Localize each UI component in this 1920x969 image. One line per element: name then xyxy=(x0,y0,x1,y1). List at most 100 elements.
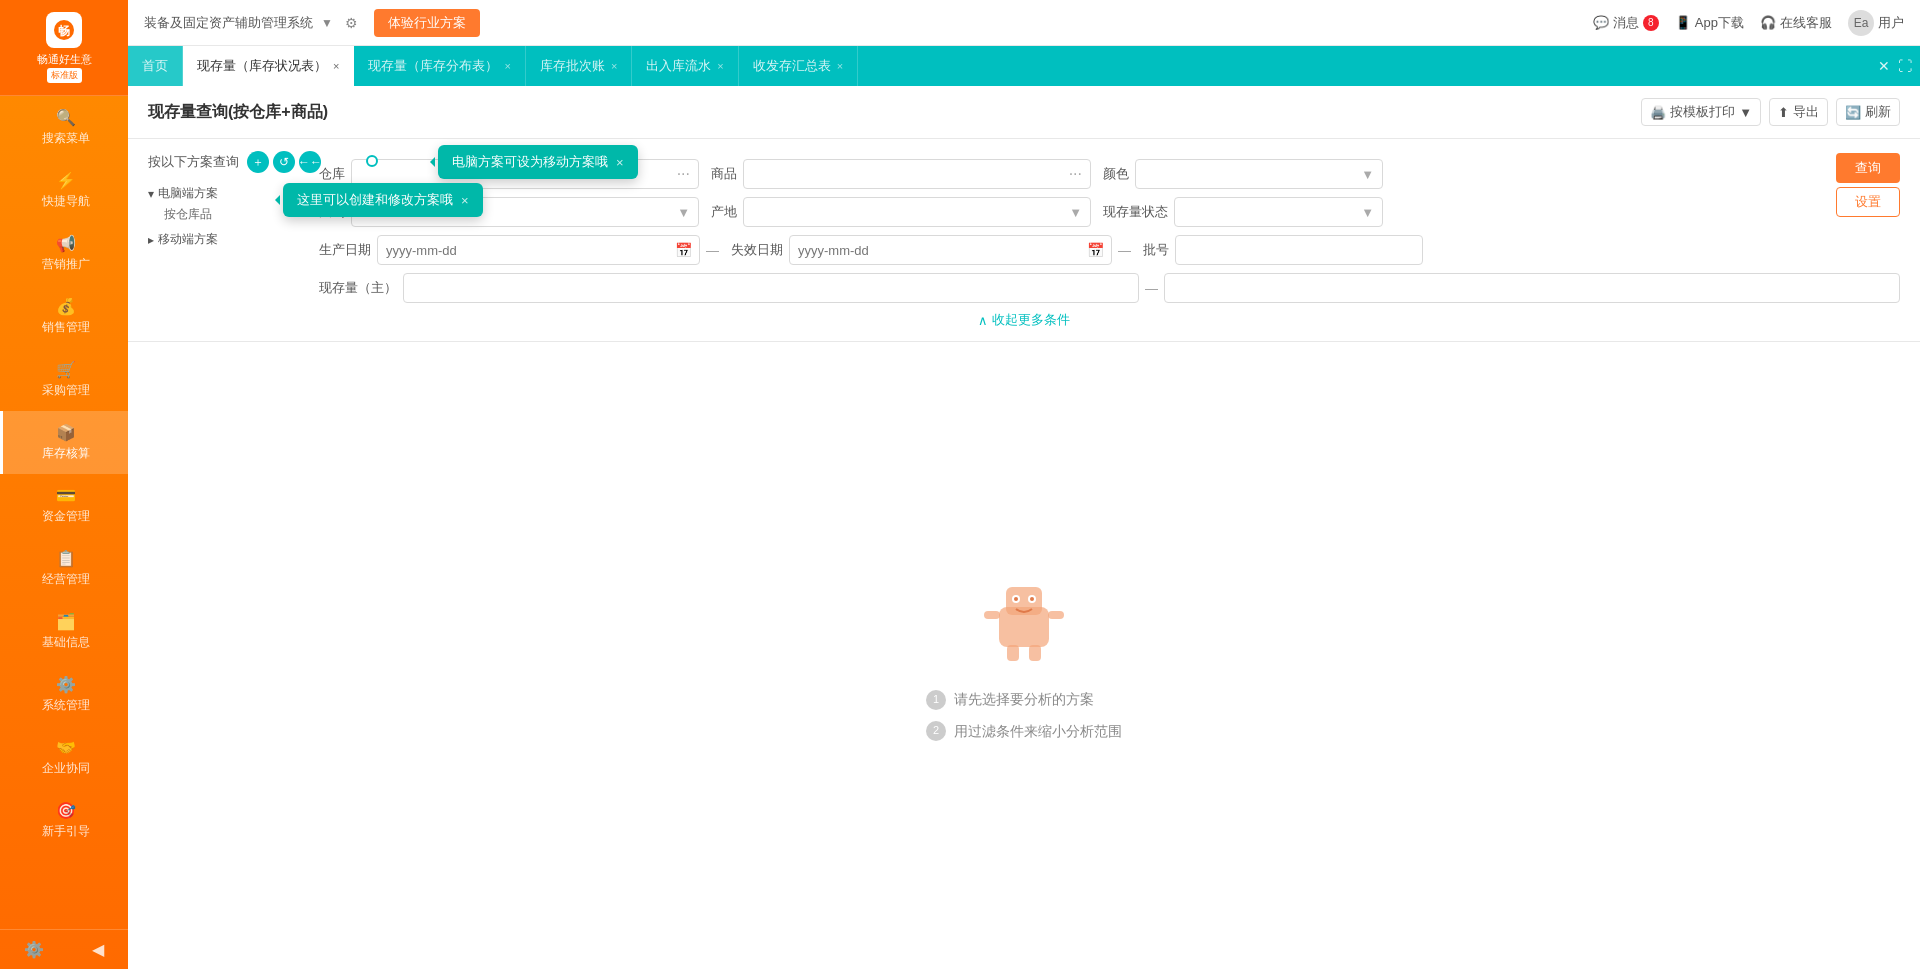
stock-qty-label: 现存量（主） xyxy=(319,279,397,297)
origin-label: 产地 xyxy=(711,203,737,221)
filter-label: 按以下方案查询 xyxy=(148,153,239,171)
close-all-tabs-btn[interactable]: ✕ xyxy=(1878,58,1890,74)
set-btn[interactable]: 设置 xyxy=(1836,187,1900,217)
tab-inventory-status-close[interactable]: × xyxy=(333,60,339,72)
create-scheme-popover: 这里可以创建和修改方案哦 × xyxy=(283,183,483,217)
app-action[interactable]: 📱 App下载 xyxy=(1675,14,1744,32)
tab-inventory-dist-close[interactable]: × xyxy=(504,60,510,72)
sidebar-item-quicknav[interactable]: ⚡ 快捷导航 xyxy=(0,159,128,222)
scheme-group-desktop-label: 电脑端方案 xyxy=(158,185,218,202)
qty-dash: — xyxy=(1145,281,1158,296)
collapse-label: 收起更多条件 xyxy=(992,311,1070,329)
warehouse-dots[interactable]: ··· xyxy=(677,165,690,183)
tab-summary[interactable]: 收发存汇总表 × xyxy=(739,46,858,86)
settings-icon[interactable]: ⚙ xyxy=(345,15,358,31)
tab-summary-close[interactable]: × xyxy=(837,60,843,72)
filter-row-3: 生产日期 📅 — 失效日期 📅 xyxy=(319,235,1900,265)
refresh-icon: 🔄 xyxy=(1845,105,1861,120)
scheme-group-mobile-arrow: ▸ xyxy=(148,233,154,247)
search-icon: 🔍 xyxy=(56,108,76,127)
refresh-btn[interactable]: 🔄 刷新 xyxy=(1836,98,1900,126)
sidebar-item-enterprise[interactable]: 🤝 企业协同 xyxy=(0,726,128,789)
tab-inventory-status[interactable]: 现存量（库存状况表） × xyxy=(183,46,354,86)
create-scheme-popover-text: 这里可以创建和修改方案哦 xyxy=(297,191,453,209)
sidebar-item-basic[interactable]: 🗂️ 基础信息 xyxy=(0,600,128,663)
system-icon: ⚙️ xyxy=(56,675,76,694)
tab-inout-close[interactable]: × xyxy=(717,60,723,72)
tab-batch[interactable]: 库存批次账 × xyxy=(526,46,632,86)
sidebar-item-label: 搜索菜单 xyxy=(42,130,90,147)
expiry-date-label: 失效日期 xyxy=(731,241,783,259)
marketing-icon: 📢 xyxy=(56,234,76,253)
tab-home-label: 首页 xyxy=(142,57,168,75)
sidebar-item-label: 销售管理 xyxy=(42,319,90,336)
batch-input[interactable] xyxy=(1175,235,1423,265)
support-label: 在线客服 xyxy=(1780,14,1832,32)
tab-batch-close[interactable]: × xyxy=(611,60,617,72)
sidebar-item-guide[interactable]: 🎯 新手引导 xyxy=(0,789,128,852)
avatar: Ea xyxy=(1848,10,1874,36)
goods-select[interactable]: ··· xyxy=(743,159,1091,189)
stock-qty-max[interactable] xyxy=(1164,273,1900,303)
sidebar-item-marketing[interactable]: 📢 营销推广 xyxy=(0,222,128,285)
filter-row-4: 现存量（主） — xyxy=(319,273,1900,303)
sidebar-item-inventory[interactable]: 📦 库存核算 xyxy=(0,411,128,474)
scheme-group-mobile-header[interactable]: ▸ 移动端方案 xyxy=(148,229,303,250)
tab-inout-label: 出入库流水 xyxy=(646,57,711,75)
field-stock-status: 现存量状态 ▼ xyxy=(1103,197,1383,227)
filter-row-2: 尺码 ▼ 产地 ▼ xyxy=(319,197,1900,227)
tab-home[interactable]: 首页 xyxy=(128,46,183,86)
date-dash-2: — xyxy=(1118,243,1131,258)
template-print-btn[interactable]: 🖨️ 按模板打印 ▼ xyxy=(1641,98,1761,126)
field-goods: 商品 ··· xyxy=(711,159,1091,189)
scheme-popover-close[interactable]: × xyxy=(616,155,624,170)
sidebar-item-sales[interactable]: 💰 销售管理 xyxy=(0,285,128,348)
page-header: 现存量查询(按仓库+商品) 🖨️ 按模板打印 ▼ ⬆ 导出 🔄 刷新 xyxy=(128,86,1920,139)
step-2-label: 用过滤条件来缩小分析范围 xyxy=(954,719,1122,744)
sidebar-item-label: 企业协同 xyxy=(42,760,90,777)
connector-dot xyxy=(366,155,378,167)
support-action[interactable]: 🎧 在线客服 xyxy=(1760,14,1832,32)
empty-icon xyxy=(974,567,1074,667)
scheme-popover-text: 电脑方案可设为移动方案哦 xyxy=(452,153,608,171)
system-dropdown[interactable]: ▼ xyxy=(321,16,333,30)
stock-status-select[interactable]: ▼ xyxy=(1174,197,1383,227)
calendar-icon-2[interactable]: 📅 xyxy=(1087,242,1104,258)
sidebar-item-label: 快捷导航 xyxy=(42,193,90,210)
scheme-item-desktop-1[interactable]: 按仓库品 xyxy=(148,204,303,225)
svg-point-7 xyxy=(1030,597,1034,601)
refresh-scheme-btn[interactable]: ↺ xyxy=(273,151,295,173)
calendar-icon-1[interactable]: 📅 xyxy=(675,242,692,258)
tab-inventory-dist[interactable]: 现存量（库存分布表） × xyxy=(354,46,525,86)
sidebar-settings-btn[interactable]: ⚙️ xyxy=(24,940,44,959)
stock-qty-min[interactable] xyxy=(403,273,1139,303)
svg-rect-3 xyxy=(1006,587,1042,615)
color-select[interactable]: ▼ xyxy=(1135,159,1383,189)
query-btn[interactable]: 查询 xyxy=(1836,153,1900,183)
add-scheme-btn[interactable]: ＋ xyxy=(247,151,269,173)
goods-dots[interactable]: ··· xyxy=(1069,165,1082,183)
sidebar-item-search[interactable]: 🔍 搜索菜单 xyxy=(0,96,128,159)
collapse-bar[interactable]: ∧ 收起更多条件 xyxy=(148,303,1900,333)
sidebar-collapse-btn[interactable]: ◀ xyxy=(92,940,104,959)
sidebar-item-finance[interactable]: 💳 资金管理 xyxy=(0,474,128,537)
export-btn[interactable]: ⬆ 导出 xyxy=(1769,98,1828,126)
top-header: 装备及固定资产辅助管理系统 ▼ ⚙ 体验行业方案 💬 消息 8 📱 App下载 … xyxy=(128,0,1920,46)
guide-icon: 🎯 xyxy=(56,801,76,820)
sidebar-item-system[interactable]: ⚙️ 系统管理 xyxy=(0,663,128,726)
sidebar-item-operations[interactable]: 📋 经营管理 xyxy=(0,537,128,600)
export-label: 导出 xyxy=(1793,103,1819,121)
origin-select[interactable]: ▼ xyxy=(743,197,1091,227)
industry-btn[interactable]: 体验行业方案 xyxy=(374,9,480,37)
production-date-start[interactable] xyxy=(377,235,700,265)
user-action[interactable]: Ea 用户 xyxy=(1848,10,1904,36)
refresh-label: 刷新 xyxy=(1865,103,1891,121)
batch-label: 批号 xyxy=(1143,241,1169,259)
sidebar-item-purchase[interactable]: 🛒 采购管理 xyxy=(0,348,128,411)
create-scheme-popover-close[interactable]: × xyxy=(461,193,469,208)
sidebar-item-label: 库存核算 xyxy=(42,445,90,462)
expiry-date-start[interactable] xyxy=(789,235,1112,265)
maximize-btn[interactable]: ⛶ xyxy=(1898,58,1912,74)
tab-inout[interactable]: 出入库流水 × xyxy=(632,46,738,86)
message-action[interactable]: 💬 消息 8 xyxy=(1593,14,1659,32)
